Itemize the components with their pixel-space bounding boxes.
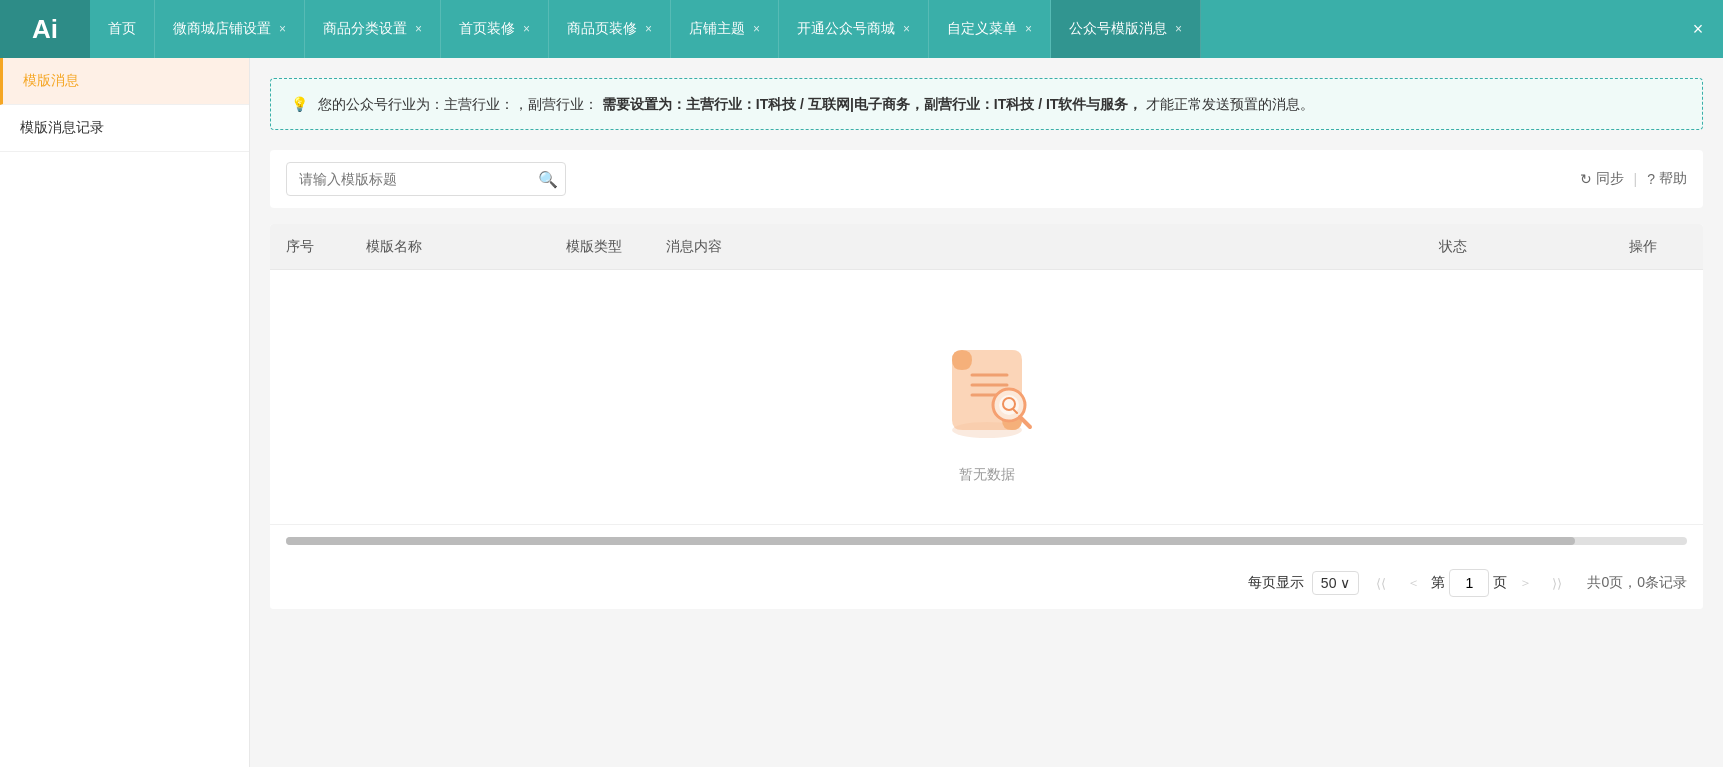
- nav-tab-close-home-decor[interactable]: ×: [523, 22, 530, 36]
- sync-icon: ↻: [1580, 171, 1592, 187]
- top-navbar: Ai 首页微商城店铺设置×商品分类设置×首页装修×商品页装修×店铺主题×开通公众…: [0, 0, 1723, 58]
- sidebar: 模版消息模版消息记录: [0, 58, 250, 767]
- page-label2: 页: [1493, 574, 1507, 592]
- nav-tab-store-theme[interactable]: 店铺主题×: [671, 0, 779, 58]
- per-page-label: 每页显示: [1248, 574, 1304, 592]
- nav-tab-micro-store[interactable]: 微商城店铺设置×: [155, 0, 305, 58]
- pagination: 每页显示 50 ∨ ⟨⟨ ＜ 第 页 ＞ ⟩⟩ 共0页，0条记录: [270, 557, 1703, 609]
- notice-suffix: 才能正常发送预置的消息。: [1146, 96, 1314, 112]
- sidebar-item-template-msg-log[interactable]: 模版消息记录: [0, 105, 249, 152]
- nav-tab-home[interactable]: 首页: [90, 0, 155, 58]
- help-label: 帮助: [1659, 170, 1687, 188]
- horizontal-scrollbar[interactable]: [286, 537, 1687, 545]
- help-button[interactable]: ? 帮助: [1647, 170, 1687, 188]
- nav-tab-product-category[interactable]: 商品分类设置×: [305, 0, 441, 58]
- nav-tab-custom-menu[interactable]: 自定义菜单×: [929, 0, 1051, 58]
- last-page-button[interactable]: ⟩⟩: [1543, 569, 1571, 597]
- table-header: 序号 模版名称 模版类型 消息内容 状态 操作: [270, 224, 1703, 270]
- col-content-header: 消息内容: [650, 238, 1423, 256]
- page-nav-buttons: ⟨⟨ ＜ 第 页 ＞ ⟩⟩: [1367, 569, 1571, 597]
- prev-page-button[interactable]: ＜: [1399, 569, 1427, 597]
- close-all-button[interactable]: ×: [1673, 0, 1723, 58]
- empty-state-icon: [927, 330, 1047, 450]
- nav-tab-list: 首页微商城店铺设置×商品分类设置×首页装修×商品页装修×店铺主题×开通公众号商城…: [90, 0, 1673, 58]
- sync-button[interactable]: ↻ 同步: [1580, 170, 1624, 188]
- notice-prefix: 您的公众号行业为：主营行业：，副营行业：: [318, 96, 598, 112]
- nav-tab-close-product-category[interactable]: ×: [415, 22, 422, 36]
- search-input-wrap: 🔍: [286, 162, 566, 196]
- col-action-header: 操作: [1583, 238, 1703, 256]
- page-size-select[interactable]: 50 ∨: [1312, 571, 1360, 595]
- col-seq-header: 序号: [270, 238, 350, 256]
- notice-banner: 💡 您的公众号行业为：主营行业：，副营行业： 需要设置为：主营行业：IT科技 /…: [270, 78, 1703, 130]
- search-input[interactable]: [286, 162, 566, 196]
- nav-tab-close-open-mall[interactable]: ×: [903, 22, 910, 36]
- total-info: 共0页，0条记录: [1587, 574, 1687, 592]
- scrollbar-area: [270, 524, 1703, 557]
- search-bar-right: ↻ 同步 | ? 帮助: [1580, 170, 1687, 188]
- divider: |: [1634, 171, 1638, 187]
- nav-tab-close-custom-menu[interactable]: ×: [1025, 22, 1032, 36]
- sidebar-item-template-msg[interactable]: 模版消息: [0, 58, 249, 105]
- nav-tab-home-decor[interactable]: 首页装修×: [441, 0, 549, 58]
- first-page-button[interactable]: ⟨⟨: [1367, 569, 1395, 597]
- nav-tab-template-msg[interactable]: 公众号模版消息×: [1051, 0, 1201, 58]
- search-button[interactable]: 🔍: [538, 170, 558, 189]
- next-page-button[interactable]: ＞: [1511, 569, 1539, 597]
- dropdown-icon: ∨: [1340, 575, 1350, 591]
- nav-tab-close-template-msg[interactable]: ×: [1175, 22, 1182, 36]
- nav-tab-close-product-decor[interactable]: ×: [645, 22, 652, 36]
- main-layout: 模版消息模版消息记录 💡 您的公众号行业为：主营行业：，副营行业： 需要设置为：…: [0, 58, 1723, 767]
- scrollbar-thumb: [286, 537, 1575, 545]
- nav-tab-product-decor[interactable]: 商品页装修×: [549, 0, 671, 58]
- page-size-value: 50: [1321, 575, 1337, 591]
- nav-tab-open-mall[interactable]: 开通公众号商城×: [779, 0, 929, 58]
- page-label: 第: [1431, 574, 1445, 592]
- search-bar: 🔍 ↻ 同步 | ? 帮助: [270, 150, 1703, 208]
- col-name-header: 模版名称: [350, 238, 550, 256]
- content-area: 💡 您的公众号行业为：主营行业：，副营行业： 需要设置为：主营行业：IT科技 /…: [250, 58, 1723, 767]
- nav-tab-close-micro-store[interactable]: ×: [279, 22, 286, 36]
- notice-highlight: 需要设置为：主营行业：IT科技 / 互联网|电子商务，副营行业：IT科技 / I…: [602, 96, 1143, 112]
- col-status-header: 状态: [1423, 238, 1583, 256]
- col-type-header: 模版类型: [550, 238, 650, 256]
- help-icon: ?: [1647, 171, 1655, 187]
- empty-state: 暂无数据: [270, 270, 1703, 524]
- sync-label: 同步: [1596, 170, 1624, 188]
- nav-tab-close-store-theme[interactable]: ×: [753, 22, 760, 36]
- app-logo: Ai: [0, 0, 90, 58]
- notice-icon: 💡: [291, 96, 308, 112]
- data-table: 序号 模版名称 模版类型 消息内容 状态 操作: [270, 224, 1703, 609]
- current-page-input[interactable]: [1449, 569, 1489, 597]
- empty-text: 暂无数据: [959, 466, 1015, 484]
